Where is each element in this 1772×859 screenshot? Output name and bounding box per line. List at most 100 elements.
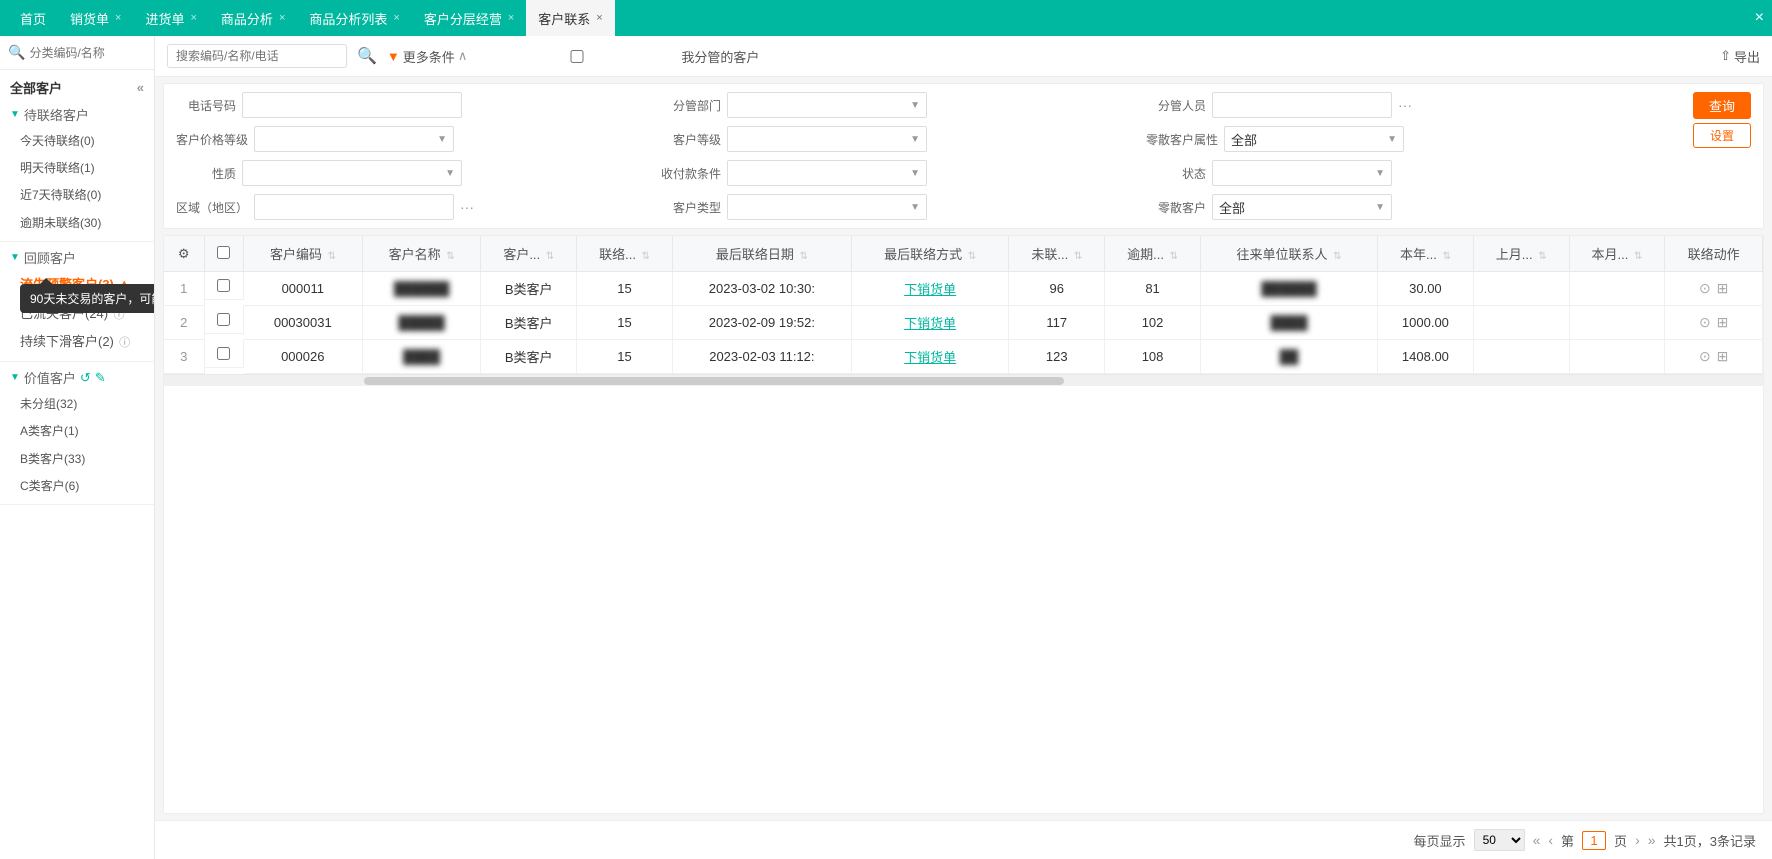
type-sort-icon[interactable]: ⇅ [546,251,554,262]
nav-product-analysis-list[interactable]: 商品分析列表 × [297,0,411,36]
close-sales-icon[interactable]: × [115,12,121,24]
nav-purchase[interactable]: 进货单 × [133,0,208,36]
cell-last-contact-method[interactable]: 下销货单 [851,340,1009,374]
person-sort-icon[interactable]: ⇅ [1333,251,1341,262]
not-contact-sort-icon[interactable]: ⇅ [1074,251,1082,262]
filter-nature-select[interactable]: ▼ [242,160,462,186]
select-all-checkbox[interactable] [217,246,230,259]
filter-retail-attr-select[interactable]: 全部 ▼ [1224,126,1404,152]
col-settings[interactable]: ⚙ [164,236,204,272]
filter-retail-customer-select[interactable]: 全部 ▼ [1212,194,1392,220]
code-sort-icon[interactable]: ⇅ [328,251,336,262]
close-all-button[interactable]: × [1755,9,1764,27]
manager-dots-icon[interactable]: ··· [1398,97,1412,113]
sidebar-item-unclassified[interactable]: 未分组(32) [0,391,154,418]
close-customer-contact-icon[interactable]: × [596,12,602,24]
current-page: 1 [1582,831,1606,850]
cell-checkbox[interactable] [205,340,244,368]
nav-customer-tier[interactable]: 客户分层经营 × [412,0,526,36]
sidebar-group-pending-title[interactable]: ▼ 待联络客户 [0,101,154,128]
cell-name: ██████ [362,272,481,306]
sidebar-item-tomorrow-contact[interactable]: 明天待联络(1) [0,155,154,182]
more-action-icon[interactable]: ⊞ [1717,314,1729,331]
contact-sort-icon[interactable]: ⇅ [642,251,650,262]
filter-dept-select[interactable]: ▼ [727,92,927,118]
total-label: 共1页，3条记录 [1664,831,1756,850]
row-checkbox[interactable] [217,313,230,326]
sidebar-item-today-contact[interactable]: 今天待联络(0) [0,128,154,155]
name-sort-icon[interactable]: ⇅ [446,251,454,262]
filter-customer-grade: 客户等级 ▼ [661,126,1134,152]
contact-action-icon[interactable]: ⊙ [1699,280,1711,297]
table-scrollbar[interactable] [164,374,1763,386]
sidebar-item-overdue-contact[interactable]: 逾期未联络(30) [0,210,154,237]
cell-checkbox[interactable] [205,306,244,334]
my-customers-check[interactable] [477,50,677,63]
cell-last-contact-date: 2023-02-03 11:12: [672,340,851,374]
year-sort-icon[interactable]: ⇅ [1442,251,1450,262]
filter-region-select[interactable] [254,194,454,220]
sidebar-item-class-c[interactable]: C类客户(6) [0,473,154,500]
close-product-analysis-icon[interactable]: × [279,12,285,24]
more-action-icon[interactable]: ⊞ [1717,348,1729,365]
last-month-sort-icon[interactable]: ⇅ [1538,251,1546,262]
filter-customer-type-select[interactable]: ▼ [727,194,927,220]
next-page-button[interactable]: › [1635,832,1640,848]
my-customers-checkbox[interactable]: 我分管的客户 [477,47,759,66]
method-sort-icon[interactable]: ⇅ [968,251,976,262]
sidebar-item-declining[interactable]: 持续下滑客户(2) ⓘ [0,328,154,357]
prev-page-button[interactable]: ‹ [1548,832,1553,848]
date-sort-icon[interactable]: ⇅ [799,251,807,262]
search-input[interactable] [167,44,347,68]
export-button[interactable]: ⇧ 导出 [1720,47,1760,66]
refresh-icon[interactable]: ↺ [80,370,91,386]
cell-last-month [1473,340,1569,374]
sidebar-collapse-icon[interactable]: « [137,80,144,95]
cell-checkbox[interactable] [205,272,244,300]
retail-customer-chevron-icon: ▼ [1375,202,1385,213]
edit-icon[interactable]: ✎ [95,370,106,386]
settings-button[interactable]: 设置 [1693,123,1751,148]
contact-action-icon[interactable]: ⊙ [1699,314,1711,331]
sidebar-group-lost-title[interactable]: ▼ 回顾客户 [0,244,154,271]
region-dots-icon[interactable]: ··· [460,199,474,215]
filter-customer-type-label: 客户类型 [661,199,721,216]
per-page-select[interactable]: 50 100 200 [1474,829,1525,851]
filter-customer-grade-select[interactable]: ▼ [727,126,927,152]
nav-sales[interactable]: 销货单 × [58,0,133,36]
overdue-sort-icon[interactable]: ⇅ [1170,251,1178,262]
query-button[interactable]: 查询 [1693,92,1751,119]
filter-status-select[interactable]: ▼ [1212,160,1392,186]
filter-retail-customer: 零散客户 全部 ▼ [1146,194,1619,220]
search-button[interactable]: 🔍 [357,46,377,66]
filter-manager-select[interactable] [1212,92,1392,118]
close-purchase-icon[interactable]: × [190,12,196,24]
close-customer-tier-icon[interactable]: × [508,12,514,24]
filter-payment-select[interactable]: ▼ [727,160,927,186]
filter-status-label: 状态 [1146,165,1206,182]
nature-chevron-icon: ▼ [445,168,455,179]
sidebar-item-class-a[interactable]: A类客户(1) [0,418,154,445]
sidebar-item-class-b[interactable]: B类客户(33) [0,446,154,473]
sidebar-item-week-contact[interactable]: 近7天待联络(0) [0,182,154,209]
filter-button[interactable]: ▼ 更多条件 ∧ [387,47,467,66]
cell-type: B类客户 [481,306,577,340]
row-checkbox[interactable] [217,347,230,360]
close-product-analysis-list-icon[interactable]: × [393,12,399,24]
cell-this-month [1569,306,1665,340]
first-page-button[interactable]: « [1533,832,1541,848]
last-page-button[interactable]: » [1648,832,1656,848]
sidebar-group-value-title[interactable]: ▼ 价值客户 ↺ ✎ [0,364,154,391]
nav-customer-contact[interactable]: 客户联系 × [526,0,614,36]
filter-price-grade-select[interactable]: ▼ [254,126,454,152]
cell-last-contact-method[interactable]: 下销货单 [851,272,1009,306]
filter-phone-input[interactable] [242,92,462,118]
row-checkbox[interactable] [217,279,230,292]
contact-action-icon[interactable]: ⊙ [1699,348,1711,365]
sidebar-search-input[interactable] [29,46,155,60]
more-action-icon[interactable]: ⊞ [1717,280,1729,297]
nav-product-analysis[interactable]: 商品分析 × [209,0,297,36]
this-month-sort-icon[interactable]: ⇅ [1634,251,1642,262]
nav-home[interactable]: 首页 [8,0,58,36]
cell-last-contact-method[interactable]: 下销货单 [851,306,1009,340]
